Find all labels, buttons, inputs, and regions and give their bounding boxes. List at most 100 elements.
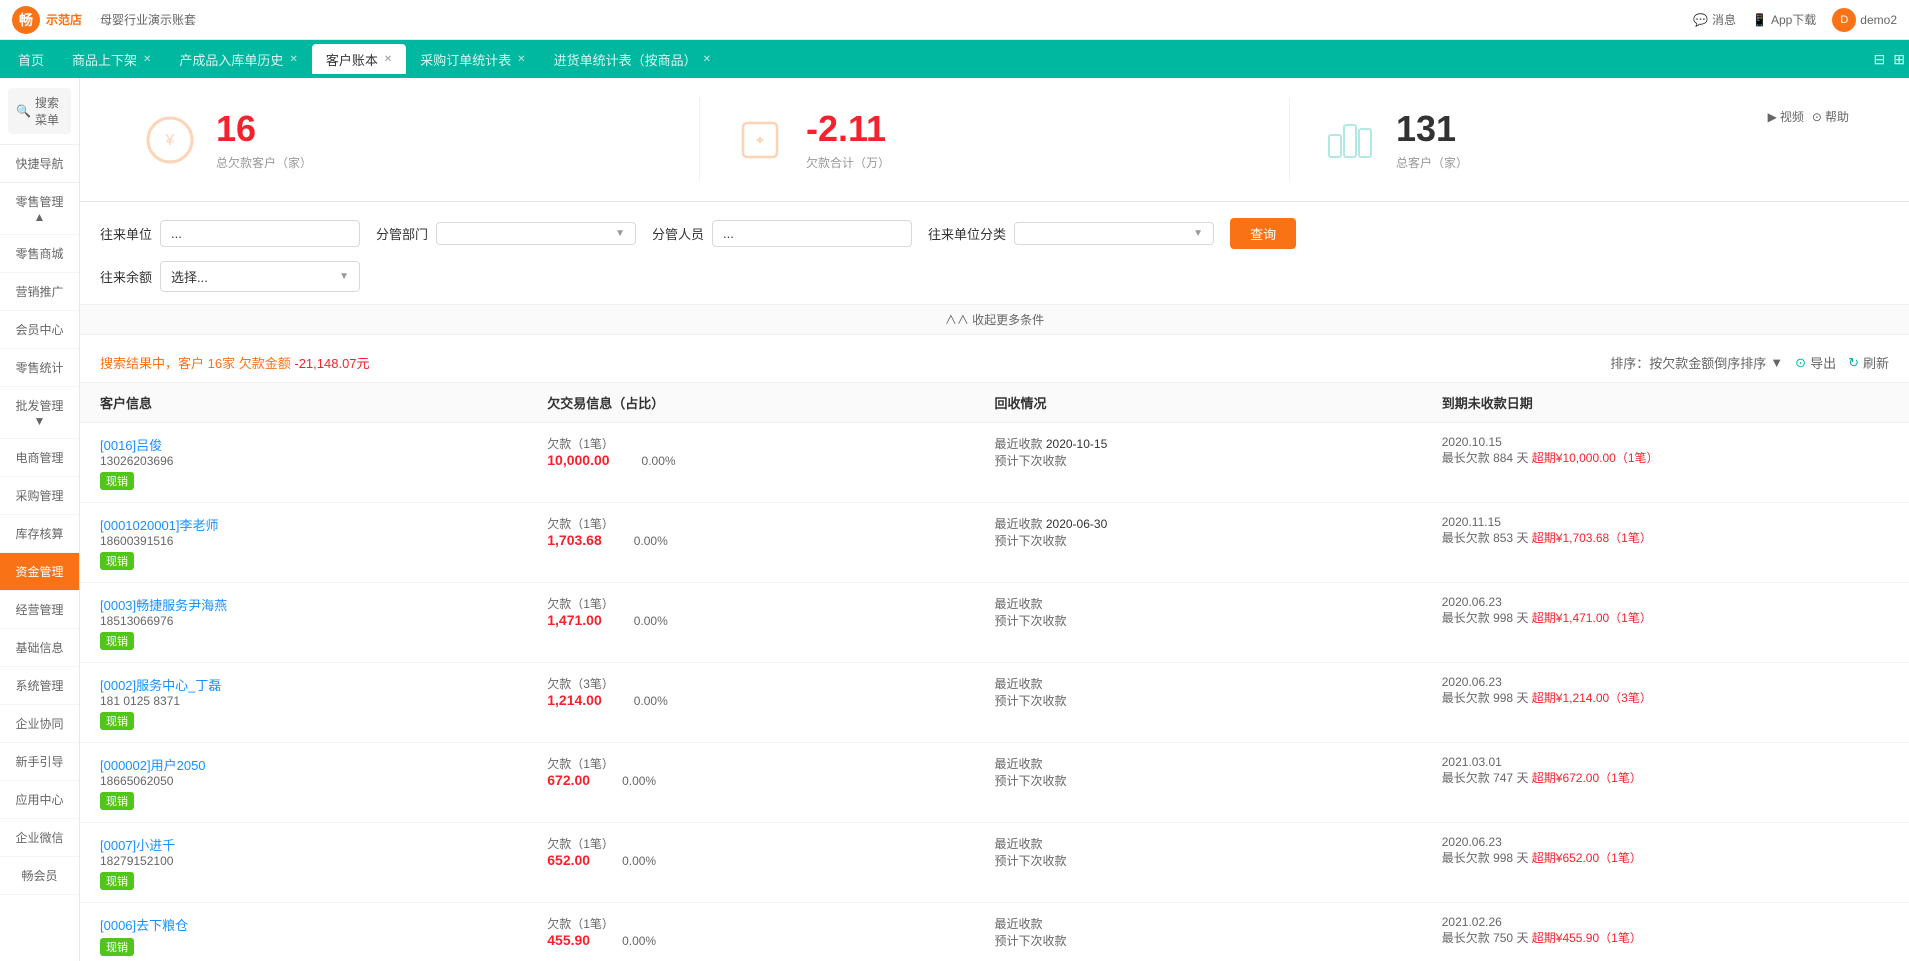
debt-amount-cell-5: 652.00 0.00% [547, 852, 994, 868]
tab-purchase-label: 采购订单统计表 [420, 50, 511, 69]
sidebar-item-new-guide[interactable]: 新手引导 [0, 743, 79, 781]
sidebar-item-premium-member[interactable]: 畅会员 [0, 857, 79, 895]
overdue-cell-2: 2020.06.23 最长欠款 998 天 超期¥1,471.00（1笔） [1442, 595, 1889, 626]
app-title: 母婴行业演示账套 [100, 11, 196, 28]
customer-name-3[interactable]: [0002]服务中心_丁磊 [100, 675, 547, 694]
manager-input[interactable]: ... [712, 220, 912, 247]
unit-category-select[interactable]: ▼ [1014, 222, 1214, 245]
sidebar-item-enterprise-wechat[interactable]: 企业微信 [0, 819, 79, 857]
tab-purchase-by-product[interactable]: 进货单统计表（按商品） ✕ [540, 44, 725, 74]
sidebar-item-finance[interactable]: 资金管理 [0, 553, 79, 591]
message-btn[interactable]: 💬 消息 [1693, 11, 1736, 28]
sidebar-item-retail-mall[interactable]: 零售商城 [0, 235, 79, 273]
next-payment-1: 预计下次收款 [995, 532, 1442, 549]
sidebar-item-basic-info[interactable]: 基础信息 [0, 629, 79, 667]
sidebar-item-marketing[interactable]: 营销推广 [0, 273, 79, 311]
tab-products-on-off[interactable]: 商品上下架 ✕ [58, 44, 165, 74]
filter-collapse-btn[interactable]: ∧∧ 收起更多条件 [80, 304, 1909, 335]
stat-debt-customers-info: 16 总欠款客户（家） [216, 108, 312, 171]
customer-name-4[interactable]: [000002]用户2050 [100, 755, 547, 774]
premium-member-label: 畅会员 [4, 867, 75, 884]
sidebar-item-business[interactable]: 经营管理 [0, 591, 79, 629]
sidebar-item-batch-management[interactable]: 批发管理 ▼ [0, 387, 79, 439]
return-info-4: 最近收款 [995, 755, 1442, 772]
sidebar-item-retail-management[interactable]: 零售管理 ▲ [0, 183, 79, 235]
customer-name-1[interactable]: [0001020001]李老师 [100, 515, 547, 534]
customer-name-6[interactable]: [0006]去下粮仓 [100, 915, 547, 934]
debt-cell-6: 欠款（1笔） 455.90 0.00% [547, 915, 994, 948]
refresh-btn[interactable]: ↻ 刷新 [1848, 353, 1889, 372]
customer-name-2[interactable]: [0003]畅捷服务尹海燕 [100, 595, 547, 614]
tab-customer-account[interactable]: 客户账本 ✕ [312, 44, 406, 74]
results-customer-count: 16家 [208, 356, 235, 371]
tab-purchase-close[interactable]: ✕ [517, 54, 525, 65]
tab-products-label: 商品上下架 [72, 50, 137, 69]
col-return-info: 回收情况 [995, 393, 1442, 412]
overdue-amount-2[interactable]: 超期¥1,471.00（1笔） [1532, 611, 1652, 625]
overdue-cell-5: 2020.06.23 最长欠款 998 天 超期¥652.00（1笔） [1442, 835, 1889, 866]
sidebar-item-retail-stats[interactable]: 零售统计 [0, 349, 79, 387]
customer-name-0[interactable]: [0016]吕俊 [100, 435, 547, 454]
debt-amount-3: 1,214.00 [547, 692, 602, 708]
next-payment-5: 预计下次收款 [995, 852, 1442, 869]
from-unit-input[interactable]: ... [160, 220, 360, 247]
tab-purchase-product-close[interactable]: ✕ [703, 54, 711, 65]
search-menu-btn[interactable]: 🔍 搜索菜单 [8, 88, 71, 134]
tab-products-close[interactable]: ✕ [143, 54, 151, 65]
video-label: 视频 [1780, 108, 1804, 125]
overdue-days-text-4: 最长欠款 747 天 [1442, 771, 1532, 785]
overdue-amount-0[interactable]: 超期¥10,000.00（1笔） [1532, 451, 1659, 465]
debt-cell-2: 欠款（1笔） 1,471.00 0.00% [547, 595, 994, 628]
tab-production-history[interactable]: 产成品入库单历史 ✕ [165, 44, 311, 74]
sidebar-item-inventory[interactable]: 库存核算 [0, 515, 79, 553]
sidebar-item-purchase[interactable]: 采购管理 [0, 477, 79, 515]
stat-debt-customers: ¥ 16 总欠款客户（家） [110, 98, 700, 181]
table-body: [0016]吕俊 13026203696 现销 欠款（1笔） 10,000.00… [80, 423, 1909, 961]
tab-minimize-btn[interactable]: ⊟ [1874, 51, 1886, 68]
help-btn[interactable]: ⊙ 帮助 [1812, 108, 1849, 125]
total-customers-icon [1320, 110, 1380, 170]
results-actions: 排序：按欠款金额倒序排序 ▼ ⊙ 导出 ↻ 刷新 [1610, 353, 1889, 372]
sort-select[interactable]: 排序：按欠款金额倒序排序 ▼ [1610, 353, 1783, 372]
remaining-select[interactable]: 选择... ▼ [160, 261, 360, 292]
customer-tag-2: 现销 [100, 632, 134, 650]
refresh-label: 刷新 [1863, 353, 1889, 372]
overdue-amount-6[interactable]: 超期¥455.90（1笔） [1532, 931, 1642, 945]
customer-name-5[interactable]: [0007]小进千 [100, 835, 547, 854]
sidebar-item-enterprise-collab[interactable]: 企业协同 [0, 705, 79, 743]
debt-amount-icon: ✦ [730, 110, 790, 170]
video-btn[interactable]: ▶ 视频 [1768, 108, 1804, 125]
due-date-6: 2021.02.26 [1442, 915, 1889, 929]
batch-management-label: 批发管理 [4, 397, 75, 414]
due-date-0: 2020.10.15 [1442, 435, 1889, 449]
overdue-amount-1[interactable]: 超期¥1,703.68（1笔） [1532, 531, 1652, 545]
overdue-days-2: 最长欠款 998 天 超期¥1,471.00（1笔） [1442, 609, 1889, 626]
tab-production-close[interactable]: ✕ [289, 54, 297, 65]
debt-cell-4: 欠款（1笔） 672.00 0.00% [547, 755, 994, 788]
debt-amount-6: 455.90 [547, 932, 590, 948]
overdue-amount-5[interactable]: 超期¥652.00（1笔） [1532, 851, 1642, 865]
sidebar-item-member[interactable]: 会员中心 [0, 311, 79, 349]
app-download-btn[interactable]: 📱 App下载 [1752, 11, 1816, 28]
tab-home[interactable]: 首页 [4, 44, 58, 74]
manager-label: 分管人员 [652, 224, 704, 243]
overdue-amount-3[interactable]: 超期¥1,214.00（3笔） [1532, 691, 1652, 705]
sidebar-item-ecommerce[interactable]: 电商管理 [0, 439, 79, 477]
user-avatar[interactable]: D demo2 [1832, 8, 1897, 32]
stat-debt-amount: ✦ -2.11 欠款合计（万） [700, 98, 1290, 181]
results-bar: 搜索结果中，客户 16家 欠款金额 -21,148.07元 排序：按欠款金额倒序… [80, 343, 1909, 383]
unit-category-label: 往来单位分类 [928, 224, 1006, 243]
tab-customer-close[interactable]: ✕ [384, 54, 392, 65]
export-btn[interactable]: ⊙ 导出 [1795, 353, 1836, 372]
sidebar-item-app-center[interactable]: 应用中心 [0, 781, 79, 819]
tab-purchase-summary[interactable]: 采购订单统计表 ✕ [406, 44, 539, 74]
sidebar-item-system[interactable]: 系统管理 [0, 667, 79, 705]
tab-maximize-btn[interactable]: ⊞ [1893, 51, 1905, 68]
overdue-amount-4[interactable]: 超期¥672.00（1笔） [1532, 771, 1642, 785]
overdue-days-6: 最长欠款 750 天 超期¥455.90（1笔） [1442, 929, 1889, 946]
query-button[interactable]: 查询 [1230, 218, 1296, 249]
dept-select[interactable]: ▼ [436, 222, 636, 245]
debt-amount-cell-1: 1,703.68 0.00% [547, 532, 994, 548]
sidebar-quick-nav[interactable]: 快捷导航 [0, 145, 79, 183]
overdue-days-text-3: 最长欠款 998 天 [1442, 691, 1532, 705]
